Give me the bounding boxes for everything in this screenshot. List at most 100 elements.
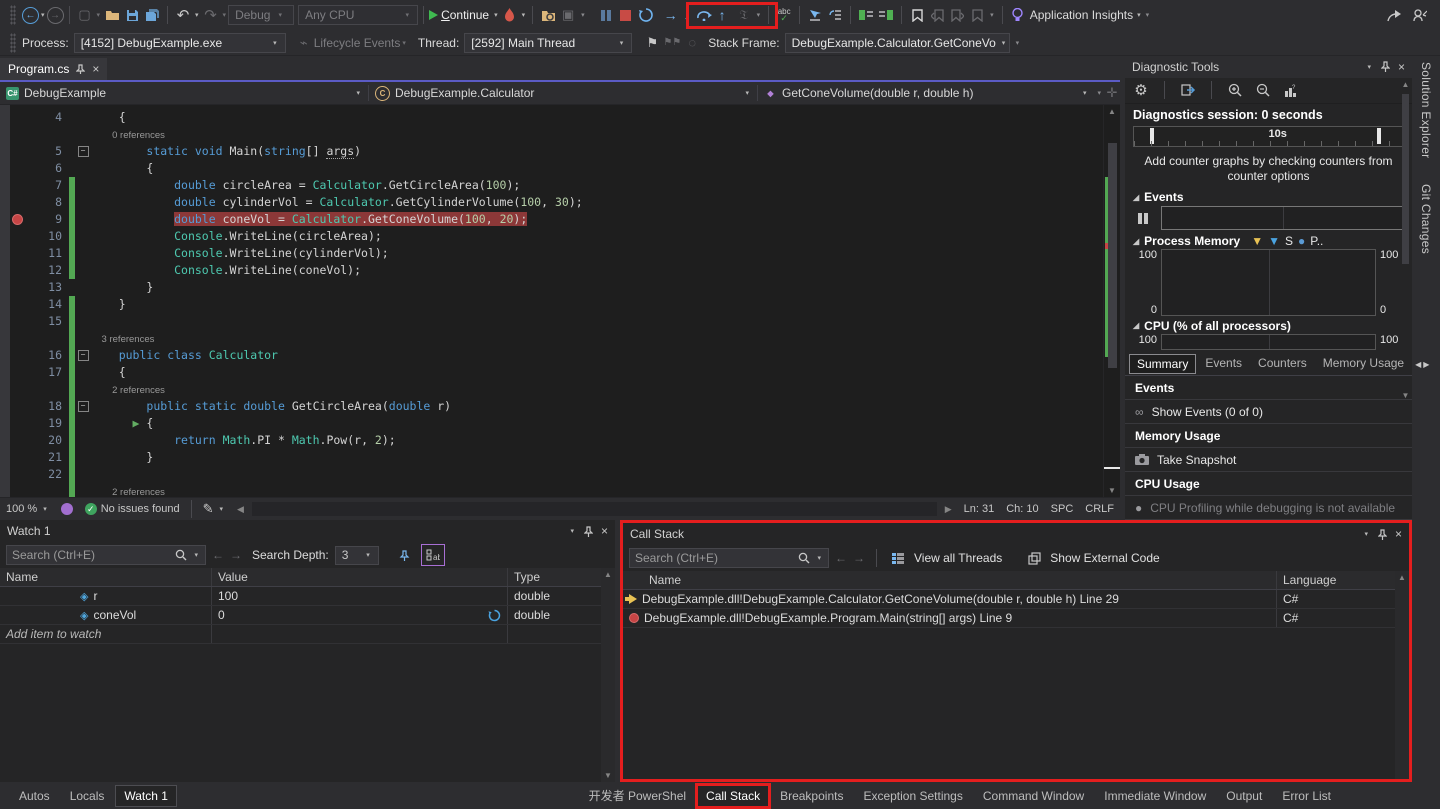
breakpoint-margin[interactable]: [10, 177, 28, 194]
lifecycle-events-dropdown[interactable]: ▾: [402, 39, 406, 47]
call-stack-scrollbar[interactable]: ▲: [1395, 571, 1409, 779]
outlining-margin[interactable]: [75, 381, 91, 398]
sidebar-tab-git-changes[interactable]: Git Changes: [1419, 184, 1433, 254]
code-line[interactable]: 14 }: [10, 296, 1103, 313]
outlining-margin[interactable]: [75, 228, 91, 245]
search-prev-icon[interactable]: ←: [835, 551, 847, 565]
outlining-margin[interactable]: [75, 160, 91, 177]
diagnostics-tab-summary[interactable]: Summary: [1129, 354, 1197, 375]
outlining-margin[interactable]: −: [75, 398, 91, 415]
breakpoint-margin[interactable]: [10, 296, 28, 313]
break-all-icon[interactable]: [596, 5, 616, 25]
copy-lines-icon[interactable]: [825, 5, 845, 25]
code-editor[interactable]: 4 { 0 references 5 − static void Main(stri…: [0, 105, 1120, 497]
undo-dropdown[interactable]: ▾: [195, 11, 199, 19]
close-panel-icon[interactable]: ×: [1398, 60, 1405, 74]
panel-tab-locals[interactable]: Locals: [61, 785, 114, 807]
code-line[interactable]: 18 − public static double GetCircleArea(d…: [10, 398, 1103, 415]
editor-vertical-scrollbar[interactable]: ▲ ▼: [1103, 105, 1120, 497]
stop-debugging-icon[interactable]: [616, 5, 636, 25]
diagnostic-tools-title-bar[interactable]: Diagnostic Tools ▾ ×: [1125, 56, 1412, 78]
health-indicator[interactable]: ✓ No issues found: [79, 503, 186, 515]
close-panel-icon[interactable]: ×: [601, 524, 608, 538]
editor-horizontal-scrollbar[interactable]: [251, 502, 937, 516]
diagnostics-scrollbar[interactable]: ▲ ▼: [1399, 80, 1412, 400]
window-position-dropdown[interactable]: ▾: [570, 527, 574, 535]
navigate-back-dropdown[interactable]: ▾: [41, 11, 45, 19]
outlining-margin[interactable]: [75, 279, 91, 296]
scroll-down-icon[interactable]: ▼: [1399, 391, 1412, 400]
toolbar-grip[interactable]: [10, 5, 16, 25]
nav-member-dropdown[interactable]: ◆ GetConeVolume(double r, double h) ▾: [758, 82, 1094, 104]
lifecycle-events-button[interactable]: Lifecycle Events: [314, 36, 401, 50]
thread-select[interactable]: [2592] Main Thread ▾: [464, 32, 633, 53]
column-header-type[interactable]: Type: [508, 568, 615, 586]
code-line[interactable]: 12 Console.WriteLine(coneVol);: [10, 262, 1103, 279]
search-icon[interactable]: [798, 552, 810, 564]
scroll-down-icon[interactable]: ▼: [1104, 486, 1120, 495]
tab-program-cs[interactable]: Program.cs ×: [0, 58, 108, 80]
settings-gear-icon[interactable]: ⚙: [1131, 80, 1151, 100]
code-line[interactable]: 8 double cylinderVol = Calculator.GetCyl…: [10, 194, 1103, 211]
search-options-dropdown[interactable]: ▾: [194, 551, 198, 559]
summary-action-row[interactable]: Take Snapshot: [1125, 448, 1412, 473]
undo-icon[interactable]: ↶: [173, 5, 193, 25]
step-out-icon[interactable]: ↑: [719, 7, 726, 23]
outlining-margin[interactable]: [75, 466, 91, 483]
share-icon[interactable]: [1384, 5, 1404, 25]
breakpoint-margin[interactable]: [10, 330, 28, 347]
new-window-icon[interactable]: ▢: [75, 5, 95, 25]
step-into-icon[interactable]: ↓: [684, 7, 691, 23]
outlining-margin[interactable]: [75, 449, 91, 466]
breakpoint-margin[interactable]: [10, 449, 28, 466]
redo-dropdown[interactable]: ▾: [223, 11, 227, 19]
breakpoint-margin[interactable]: [10, 279, 28, 296]
export-icon[interactable]: [1178, 80, 1198, 100]
code-line[interactable]: 11 Console.WriteLine(cylinderVol);: [10, 245, 1103, 262]
code-line[interactable]: 9 double coneVol = Calculator.GetConeVol…: [10, 211, 1103, 228]
nav-project-dropdown[interactable]: C# DebugExample ▾: [0, 82, 368, 104]
open-file-icon[interactable]: [102, 5, 122, 25]
search-prev-icon[interactable]: ←: [212, 548, 224, 562]
pin-panel-icon[interactable]: [1380, 61, 1390, 73]
collapse-icon[interactable]: −: [77, 350, 89, 361]
navigate-back-icon[interactable]: ←: [22, 6, 39, 24]
process-select[interactable]: [4152] DebugExample.exe ▾: [73, 32, 286, 53]
redo-icon[interactable]: ↷: [201, 5, 221, 25]
code-cleanup-icon[interactable]: ✎ ▾: [197, 501, 231, 517]
column-indicator[interactable]: Ch: 10: [1000, 503, 1044, 515]
panel-tab-command-window[interactable]: Command Window: [974, 785, 1093, 807]
cpu-section-header[interactable]: ◢ CPU (% of all processors): [1125, 316, 1412, 334]
outlining-margin[interactable]: [75, 194, 91, 211]
group-overflow-icon[interactable]: ▾: [757, 11, 761, 19]
code-line[interactable]: 19 ▶ {: [10, 415, 1103, 432]
spell-check-icon[interactable]: abc ✓: [774, 5, 794, 25]
column-header-name[interactable]: Name: [623, 571, 1277, 589]
window-position-dropdown[interactable]: ▾: [1367, 63, 1371, 71]
navbar-dropdown-icon[interactable]: ▾: [1097, 89, 1101, 97]
hot-reload-dropdown[interactable]: ▾: [522, 11, 526, 19]
breakpoint-margin[interactable]: [10, 228, 28, 245]
clear-bookmarks-icon[interactable]: [967, 5, 987, 25]
search-icon[interactable]: [175, 549, 187, 561]
scrollbar-thumb[interactable]: [1108, 143, 1117, 368]
application-insights-dropdown[interactable]: ▾: [1137, 11, 1141, 19]
watch-title-bar[interactable]: Watch 1 ▾ ×: [0, 520, 615, 542]
codelens-line[interactable]: 0 references: [10, 126, 1103, 143]
breakpoint-margin[interactable]: [10, 381, 28, 398]
flag-threads-icon[interactable]: ⚑⚑: [662, 33, 682, 53]
breakpoint-margin[interactable]: [10, 466, 28, 483]
outlining-margin[interactable]: −: [75, 143, 91, 160]
breakpoint-margin[interactable]: [10, 483, 28, 497]
events-section-header[interactable]: ◢ Events: [1125, 187, 1412, 205]
breakpoint-margin[interactable]: [10, 160, 28, 177]
column-header-name[interactable]: Name: [0, 568, 212, 586]
add-watch-row[interactable]: Add item to watch: [0, 625, 615, 644]
pin-panel-icon[interactable]: [1377, 528, 1387, 540]
breakpoint-margin[interactable]: [10, 347, 28, 364]
outlining-margin[interactable]: [75, 245, 91, 262]
breakpoint-margin[interactable]: [10, 313, 28, 330]
close-panel-icon[interactable]: ×: [1395, 527, 1402, 541]
window-position-dropdown[interactable]: ▾: [1364, 530, 1368, 538]
toolbar-grip[interactable]: [10, 32, 16, 53]
